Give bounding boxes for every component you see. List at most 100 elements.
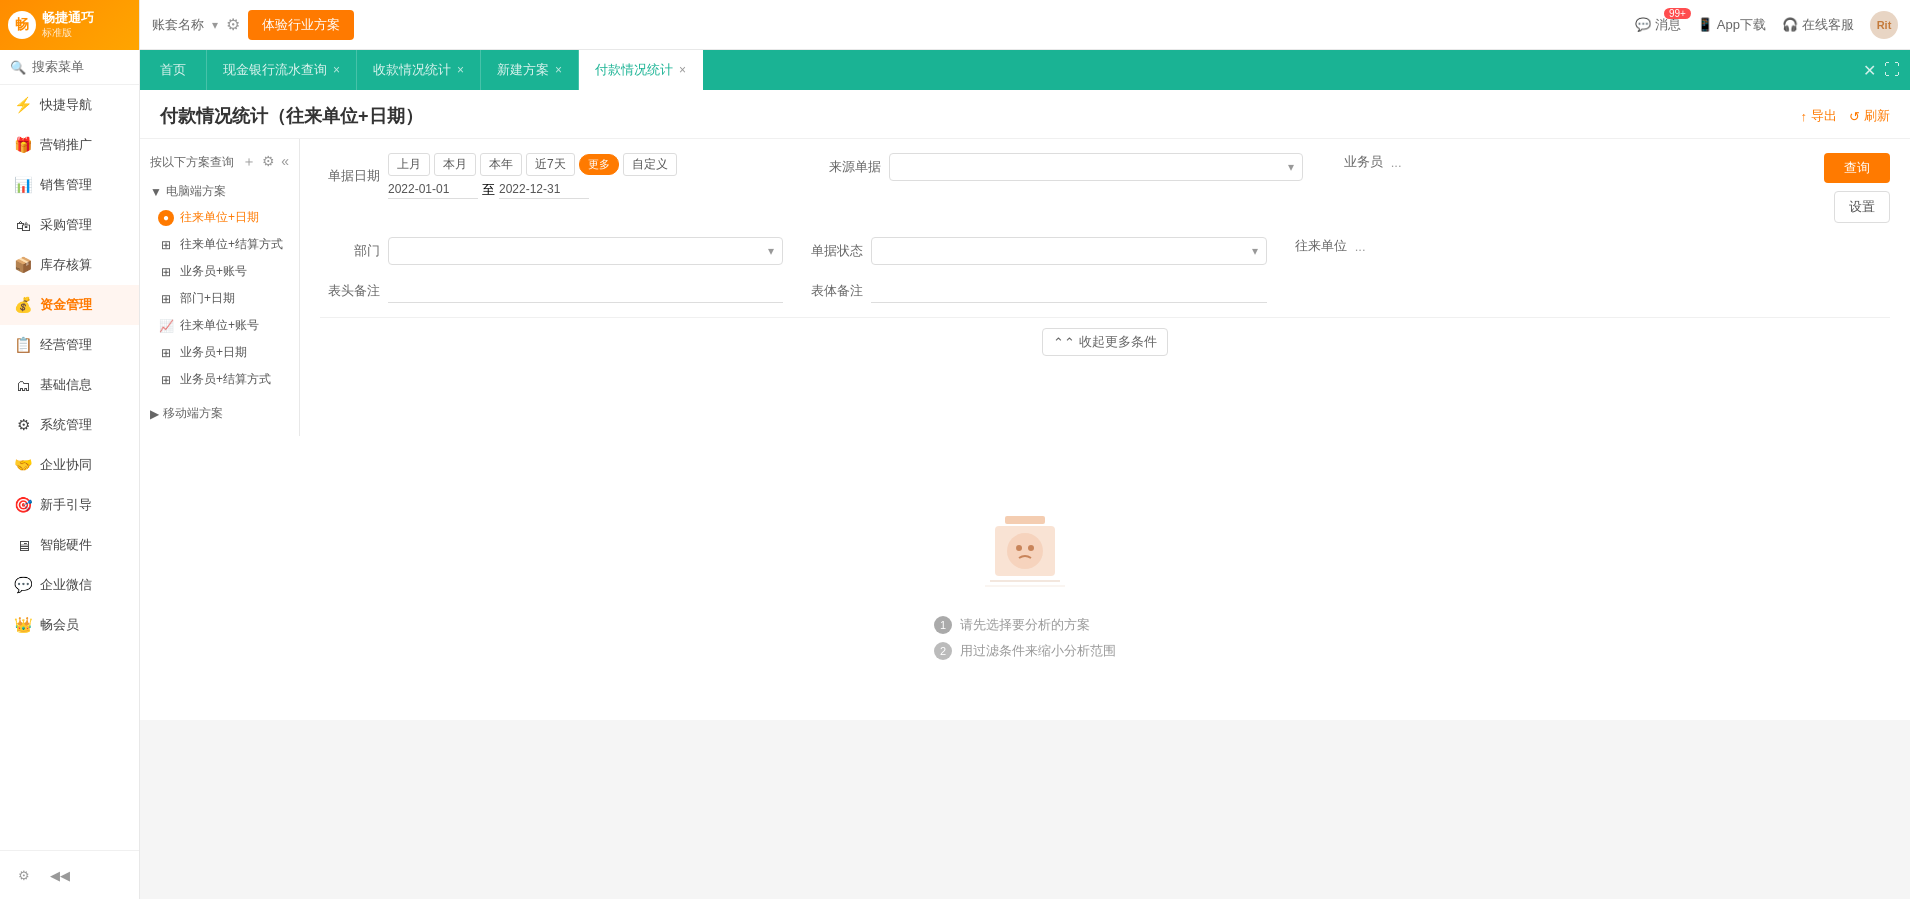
form-row-3: 表头备注 表体备注 <box>320 279 1890 303</box>
partner-label: 往来单位 <box>1287 237 1347 255</box>
source-select[interactable]: ▾ <box>889 153 1302 181</box>
scheme-item-label: 往来单位+结算方式 <box>180 236 283 253</box>
sidebar-item-operation[interactable]: 📋 经营管理 <box>0 325 139 365</box>
sidebar-item-label: 企业协同 <box>40 456 92 474</box>
sidebar-item-purchase[interactable]: 🛍 采购管理 <box>0 205 139 245</box>
app-label: App下载 <box>1717 16 1766 34</box>
scheme-item-staff-account[interactable]: ⊞ 业务员+账号 <box>148 258 299 285</box>
sidebar-item-hardware[interactable]: 🖥 智能硬件 <box>0 525 139 565</box>
refresh-btn[interactable]: ↺ 刷新 <box>1849 107 1890 125</box>
tab-bank[interactable]: 现金银行流水查询 × <box>207 50 357 90</box>
desktop-group-arrow: ▼ <box>150 185 162 199</box>
scheme-settings-btn[interactable]: ⚙ <box>262 153 275 171</box>
trial-btn[interactable]: 体验行业方案 <box>248 10 354 40</box>
date-from-input[interactable] <box>388 180 478 199</box>
sidebar-item-basic[interactable]: 🗂 基础信息 <box>0 365 139 405</box>
date-btn-this-year[interactable]: 本年 <box>480 153 522 176</box>
staff-ellipsis-btn[interactable]: ... <box>1391 155 1402 170</box>
header-remark-control <box>388 279 783 303</box>
body-remark-label: 表体备注 <box>803 282 863 300</box>
scheme-panel-actions: ＋ ⚙ « <box>242 153 289 171</box>
staff-account-icon: ⊞ <box>158 264 174 280</box>
sidebar-item-member[interactable]: 👑 畅会员 <box>0 605 139 645</box>
svg-point-2 <box>1007 533 1043 569</box>
sidebar-item-inventory[interactable]: 📦 库存核算 <box>0 245 139 285</box>
app-download-btn[interactable]: 📱 App下载 <box>1697 16 1766 34</box>
settings-btn[interactable]: 设置 <box>1834 191 1890 223</box>
export-btn[interactable]: ↑ 导出 <box>1801 107 1838 125</box>
tab-home[interactable]: 首页 <box>140 50 207 90</box>
sales-icon: 📊 <box>14 176 32 194</box>
scheme-item-label: 业务员+日期 <box>180 344 247 361</box>
desktop-group-toggle[interactable]: ▼ 电脑端方案 <box>140 179 299 204</box>
user-avatar[interactable]: Rit <box>1870 11 1898 39</box>
tab-close-all-btn[interactable]: ✕ <box>1863 61 1876 80</box>
tab-receipt-label: 收款情况统计 <box>373 61 451 79</box>
scheme-add-btn[interactable]: ＋ <box>242 153 256 171</box>
sidebar-footer: ⚙ ◀◀ <box>0 850 139 899</box>
form-actions: 查询 设置 <box>1824 153 1890 223</box>
sidebar-item-system[interactable]: ⚙ 系统管理 <box>0 405 139 445</box>
tab-receipt-close[interactable]: × <box>457 63 464 77</box>
sidebar-item-finance[interactable]: 💰 资金管理 <box>0 285 139 325</box>
purchase-icon: 🛍 <box>14 216 32 234</box>
scheme-item-staff-date[interactable]: ⊞ 业务员+日期 <box>148 339 299 366</box>
empty-tip-1: 1 请先选择要分析的方案 <box>934 616 1116 634</box>
query-btn[interactable]: 查询 <box>1824 153 1890 183</box>
sidebar-item-label: 智能硬件 <box>40 536 92 554</box>
body-remark-input[interactable] <box>871 279 1266 303</box>
date-to-input[interactable] <box>499 180 589 199</box>
guide-icon: 🎯 <box>14 496 32 514</box>
tab-payment-close[interactable]: × <box>679 63 686 77</box>
header-remark-input[interactable] <box>388 279 783 303</box>
sidebar-item-marketing[interactable]: 🎁 营销推广 <box>0 125 139 165</box>
date-btn-more[interactable]: 更多 <box>579 154 619 175</box>
sidebar-item-wechat[interactable]: 💬 企业微信 <box>0 565 139 605</box>
footer-collapse-btn[interactable]: ◀◀ <box>46 861 74 889</box>
filter-area: 按以下方案查询 ＋ ⚙ « ▼ 电脑端方案 <box>140 139 1910 436</box>
tab-maximize-btn[interactable]: ⛶ <box>1884 61 1900 79</box>
dept-label: 部门 <box>320 242 380 260</box>
date-btn-custom[interactable]: 自定义 <box>623 153 677 176</box>
svg-point-4 <box>1028 545 1034 551</box>
tab-receipt[interactable]: 收款情况统计 × <box>357 50 481 90</box>
tab-bank-close[interactable]: × <box>333 63 340 77</box>
doc-status-select[interactable]: ▾ <box>871 237 1266 265</box>
sidebar-item-sales[interactable]: 📊 销售管理 <box>0 165 139 205</box>
partner-ellipsis-btn[interactable]: ... <box>1355 239 1366 254</box>
sidebar-item-quick-nav[interactable]: ⚡ 快捷导航 <box>0 85 139 125</box>
notifications-btn[interactable]: 💬 消息 99+ <box>1635 16 1681 34</box>
scheme-collapse-btn[interactable]: « <box>281 153 289 171</box>
topbar-settings-icon[interactable]: ⚙ <box>226 15 240 34</box>
scheme-item-unit-account[interactable]: 📈 往来单位+账号 <box>148 312 299 339</box>
dept-select[interactable]: ▾ <box>388 237 783 265</box>
footer-settings-btn[interactable]: ⚙ <box>10 861 38 889</box>
tab-new-scheme-close[interactable]: × <box>555 63 562 77</box>
header-remark-field: 表头备注 <box>320 279 783 303</box>
mobile-group-toggle[interactable]: ▶ 移动端方案 <box>140 401 299 426</box>
tab-payment[interactable]: 付款情况统计 × <box>579 50 703 90</box>
doc-status-dropdown-arrow: ▾ <box>1252 244 1258 258</box>
account-dropdown-arrow[interactable]: ▾ <box>212 18 218 32</box>
sidebar-item-guide[interactable]: 🎯 新手引导 <box>0 485 139 525</box>
search-menu[interactable]: 🔍 搜索菜单 <box>0 50 139 85</box>
tip-text-2: 用过滤条件来缩小分析范围 <box>960 642 1116 660</box>
scheme-item-unit-settle[interactable]: ⊞ 往来单位+结算方式 <box>148 231 299 258</box>
scheme-item-dept-date[interactable]: ⊞ 部门+日期 <box>148 285 299 312</box>
collapse-btn[interactable]: ⌃⌃ 收起更多条件 <box>1042 328 1168 356</box>
sidebar-item-coop[interactable]: 🤝 企业协同 <box>0 445 139 485</box>
refresh-icon: ↺ <box>1849 109 1860 124</box>
scheme-item-unit-date[interactable]: ● 往来单位+日期 <box>148 204 299 231</box>
date-btn-last-month[interactable]: 上月 <box>388 153 430 176</box>
tab-new-scheme[interactable]: 新建方案 × <box>481 50 579 90</box>
online-service-btn[interactable]: 🎧 在线客服 <box>1782 16 1854 34</box>
tab-new-scheme-label: 新建方案 <box>497 61 549 79</box>
date-btn-7days[interactable]: 近7天 <box>526 153 575 176</box>
hardware-icon: 🖥 <box>14 536 32 554</box>
scheme-item-staff-settle[interactable]: ⊞ 业务员+结算方式 <box>148 366 299 393</box>
export-icon: ↑ <box>1801 109 1808 124</box>
desktop-group-label: 电脑端方案 <box>166 183 226 200</box>
date-btn-this-month[interactable]: 本月 <box>434 153 476 176</box>
page: 付款情况统计（往来单位+日期） ↑ 导出 ↺ 刷新 按 <box>140 90 1910 720</box>
marketing-icon: 🎁 <box>14 136 32 154</box>
